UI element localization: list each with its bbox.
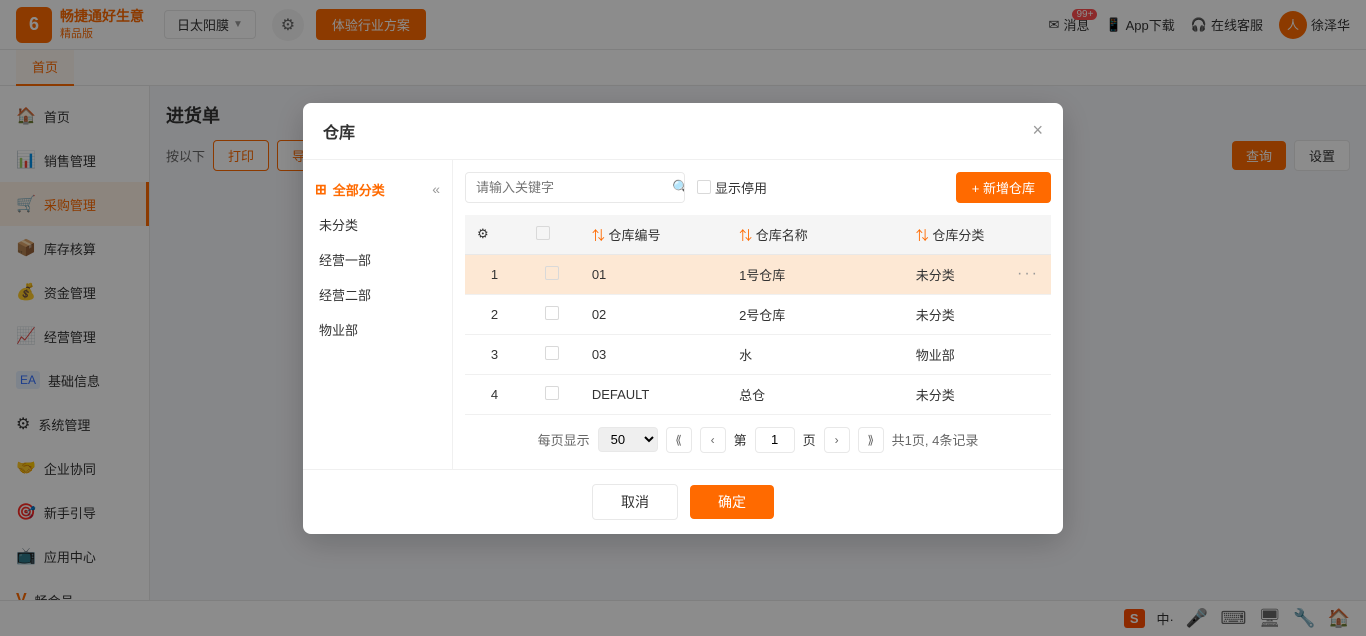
cat-item-property[interactable]: 物业部 (303, 312, 452, 347)
page-label: 第 (734, 430, 747, 449)
modal-body: ⊞ 全部分类 « 未分类 经营一部 经营二部 物业部 (303, 160, 1063, 469)
cat-item-ops2[interactable]: 经营二部 (303, 277, 452, 312)
row-category: 未分类··· (904, 254, 1051, 294)
row-code: DEFAULT (580, 374, 727, 414)
row-name: 水 (727, 334, 904, 374)
search-btn[interactable]: 🔍 (662, 173, 685, 202)
row-checkbox-cell[interactable] (524, 294, 580, 334)
row-checkbox[interactable] (545, 386, 559, 400)
row-category: 物业部 (904, 334, 1051, 374)
sort-icon-name: ⇅ (739, 228, 752, 243)
per-page-label: 每页显示 (538, 430, 590, 449)
row-name: 总仓 (727, 374, 904, 414)
per-page-select[interactable]: 50 20 100 (598, 427, 658, 452)
last-page-btn[interactable]: ⟫ (858, 427, 884, 453)
all-categories-label: 全部分类 (333, 180, 385, 199)
category-sidebar: ⊞ 全部分类 « 未分类 经营一部 经营二部 物业部 (303, 160, 453, 469)
select-all-checkbox[interactable] (536, 226, 550, 240)
th-name: ⇅ 仓库名称 (727, 215, 904, 255)
first-page-btn[interactable]: ⟪ (666, 427, 692, 453)
row-category: 未分类 (904, 374, 1051, 414)
grid-icon: ⊞ (315, 181, 327, 198)
row-code: 03 (580, 334, 727, 374)
row-name: 1号仓库 (727, 254, 904, 294)
row-checkbox[interactable] (545, 346, 559, 360)
th-settings: ⚙ (465, 215, 524, 255)
next-page-btn[interactable]: › (824, 427, 850, 453)
row-checkbox-cell[interactable] (524, 254, 580, 294)
th-checkbox (524, 215, 580, 255)
row-name: 2号仓库 (727, 294, 904, 334)
row-num: 1 (465, 254, 524, 294)
category-header: ⊞ 全部分类 « (303, 172, 452, 207)
table-row[interactable]: 2 02 2号仓库 未分类 (465, 294, 1051, 334)
row-code: 01 (580, 254, 727, 294)
modal-footer: 取消 确定 (303, 469, 1063, 534)
show-disabled-label[interactable]: 显示停用 (697, 178, 767, 197)
cancel-btn[interactable]: 取消 (592, 484, 678, 520)
th-category: ⇅ 仓库分类 (904, 215, 1051, 255)
row-checkbox[interactable] (545, 266, 559, 280)
confirm-btn[interactable]: 确定 (690, 485, 774, 519)
warehouse-modal: 仓库 × ⊞ 全部分类 « 未分类 经营一部 (303, 103, 1063, 534)
row-checkbox-cell[interactable] (524, 374, 580, 414)
row-checkbox-cell[interactable] (524, 334, 580, 374)
table-toolbar: 🔍 显示停用 + 新增仓库 (465, 172, 1051, 203)
row-num: 3 (465, 334, 524, 374)
table-row[interactable]: 3 03 水 物业部 (465, 334, 1051, 374)
table-row[interactable]: 4 DEFAULT 总仓 未分类 (465, 374, 1051, 414)
table-row[interactable]: 1 01 1号仓库 未分类··· (465, 254, 1051, 294)
search-box: 🔍 (465, 172, 685, 203)
modal-overlay: 仓库 × ⊞ 全部分类 « 未分类 经营一部 (0, 0, 1366, 636)
row-num: 2 (465, 294, 524, 334)
modal-title: 仓库 (323, 119, 355, 143)
row-checkbox[interactable] (545, 306, 559, 320)
page-input[interactable] (755, 427, 795, 453)
table-header-row: ⚙ ⇅ 仓库编号 ⇅ 仓库名称 ⇅ (465, 215, 1051, 255)
search-input[interactable] (466, 174, 662, 201)
prev-page-btn[interactable]: ‹ (700, 427, 726, 453)
sort-icon-cat: ⇅ (916, 228, 929, 243)
table-area: 🔍 显示停用 + 新增仓库 ⚙ (453, 160, 1063, 469)
th-code: ⇅ 仓库编号 (580, 215, 727, 255)
show-disabled-checkbox[interactable] (697, 180, 711, 194)
category-collapse-btn[interactable]: « (432, 181, 440, 197)
sort-icon: ⇅ (592, 228, 605, 243)
add-warehouse-btn[interactable]: + 新增仓库 (956, 172, 1051, 203)
modal-header: 仓库 × (303, 103, 1063, 160)
row-category: 未分类 (904, 294, 1051, 334)
all-categories-btn[interactable]: ⊞ 全部分类 (315, 180, 385, 199)
warehouse-table: ⚙ ⇅ 仓库编号 ⇅ 仓库名称 ⇅ (465, 215, 1051, 415)
cat-item-ops1[interactable]: 经营一部 (303, 242, 452, 277)
row-num: 4 (465, 374, 524, 414)
row-code: 02 (580, 294, 727, 334)
cat-item-unclassified[interactable]: 未分类 (303, 207, 452, 242)
row-actions-btn[interactable]: ··· (1017, 265, 1039, 283)
page-unit: 页 (803, 430, 816, 449)
modal-close-btn[interactable]: × (1032, 120, 1043, 141)
pagination: 每页显示 50 20 100 ⟪ ‹ 第 页 › ⟫ 共1页, 4条记录 (465, 415, 1051, 457)
total-info: 共1页, 4条记录 (892, 430, 979, 449)
